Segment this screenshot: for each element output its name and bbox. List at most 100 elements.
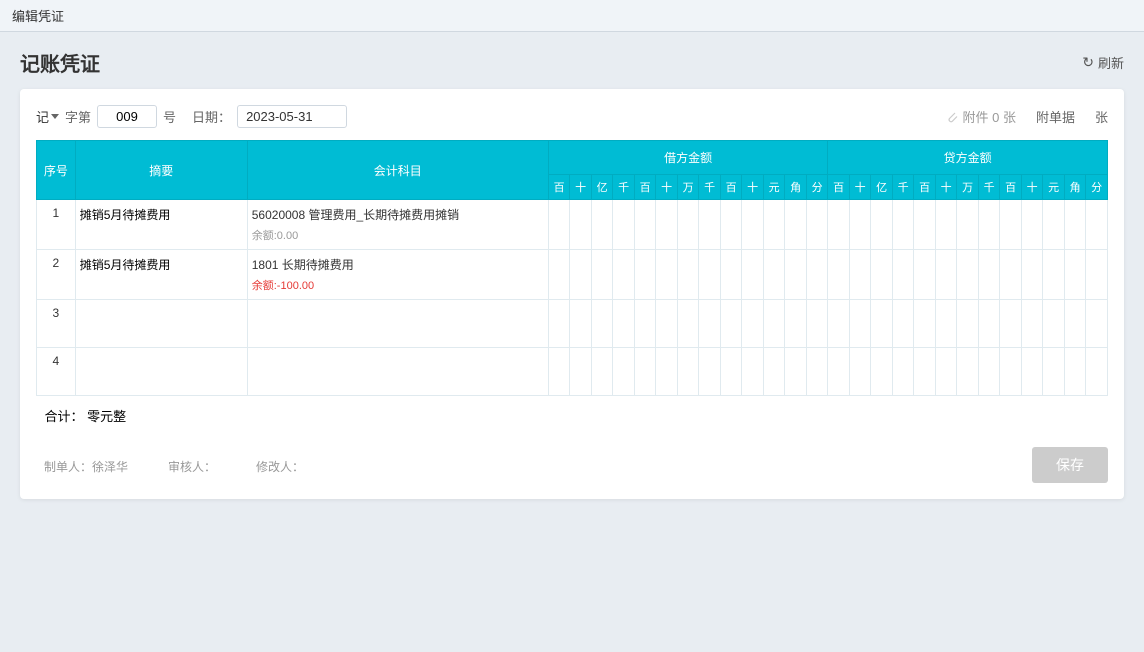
row-d2-0[interactable] [548, 250, 570, 300]
row-summary-1[interactable]: 摊销5月待摊费用 [75, 200, 247, 250]
row-c2-5[interactable] [935, 250, 957, 300]
row-d1-1[interactable] [570, 200, 592, 250]
row-d1-0[interactable] [548, 200, 570, 250]
row-d2-7[interactable] [699, 250, 721, 300]
refresh-button[interactable]: ↻ 刷新 [1082, 53, 1124, 72]
row-d2-9[interactable] [742, 250, 764, 300]
voucher-type-button[interactable]: 记 [36, 107, 59, 126]
row-c2-0[interactable] [828, 250, 850, 300]
maker-label: 制单人：徐泽华 [44, 458, 128, 475]
row-d1-9[interactable] [742, 200, 764, 250]
row-c2-3[interactable] [892, 250, 914, 300]
page-header: 记账凭证 ↻ 刷新 [20, 48, 1124, 77]
row-c1-1[interactable] [849, 200, 871, 250]
debit-digit-11: 角 [785, 175, 807, 200]
row-d2-1[interactable] [570, 250, 592, 300]
row-d2-8[interactable] [720, 250, 742, 300]
credit-digit-1: 十 [849, 175, 871, 200]
row-c2-7[interactable] [978, 250, 1000, 300]
row-d1-10[interactable] [763, 200, 785, 250]
row-d2-10[interactable] [763, 250, 785, 300]
debit-digit-12: 分 [806, 175, 828, 200]
row-c1-8[interactable] [1000, 200, 1022, 250]
voucher-number-input[interactable] [97, 105, 157, 128]
row-d2-6[interactable] [677, 250, 699, 300]
date-group: 日期： [192, 105, 347, 128]
credit-digit-3: 千 [892, 175, 914, 200]
row-c2-11[interactable] [1064, 250, 1086, 300]
row-d1-11[interactable] [785, 200, 807, 250]
row-d1-3[interactable] [613, 200, 635, 250]
debit-digit-10: 元 [763, 175, 785, 200]
row-account-3[interactable] [247, 300, 548, 348]
reviewer-label: 审核人： [168, 458, 216, 475]
row-account-2[interactable]: 1801 长期待摊费用 余额:-100.00 [247, 250, 548, 300]
row-d2-2[interactable] [591, 250, 613, 300]
row-summary-3[interactable] [75, 300, 247, 348]
row-seq-4: 4 [37, 348, 76, 396]
debit-digit-2: 亿 [591, 175, 613, 200]
row-c1-2[interactable] [871, 200, 893, 250]
form-row: 记 字第 号 日期： 附件 0 张 附单据 张 [36, 105, 1108, 128]
row-c1-4[interactable] [914, 200, 936, 250]
row-summary-2[interactable]: 摊销5月待摊费用 [75, 250, 247, 300]
row-c1-0[interactable] [828, 200, 850, 250]
row-account-1[interactable]: 56020008 管理费用_长期待摊费用摊销 余额:0.00 [247, 200, 548, 250]
row-d1-8[interactable] [720, 200, 742, 250]
row-d1-12[interactable] [806, 200, 828, 250]
row-d1-4[interactable] [634, 200, 656, 250]
title-bar-label: 编辑凭证 [12, 6, 64, 25]
row-d2-3[interactable] [613, 250, 635, 300]
row-d1-7[interactable] [699, 200, 721, 250]
row-c2-12[interactable] [1086, 250, 1108, 300]
date-input[interactable] [237, 105, 347, 128]
row-c1-6[interactable] [957, 200, 979, 250]
row-d2-11[interactable] [785, 250, 807, 300]
row-c1-5[interactable] [935, 200, 957, 250]
zhang-label: 张 [1095, 107, 1108, 126]
attach-count[interactable]: 附件 0 张 [945, 107, 1016, 126]
chevron-down-icon [51, 114, 59, 119]
credit-digit-0: 百 [828, 175, 850, 200]
row-c1-7[interactable] [978, 200, 1000, 250]
table-row: 4 [37, 348, 1108, 396]
row-account-4[interactable] [247, 348, 548, 396]
row-d1-5[interactable] [656, 200, 678, 250]
row-seq-3: 3 [37, 300, 76, 348]
total-row: 合计： 零元整 [37, 396, 1108, 436]
row-c1-9[interactable] [1021, 200, 1043, 250]
row-c2-10[interactable] [1043, 250, 1065, 300]
row-c2-6[interactable] [957, 250, 979, 300]
row-summary-4[interactable] [75, 348, 247, 396]
row-c2-4[interactable] [914, 250, 936, 300]
row-d2-4[interactable] [634, 250, 656, 300]
row-c1-11[interactable] [1064, 200, 1086, 250]
col-header-seq: 序号 [37, 141, 76, 200]
zi-label: 字第 [65, 107, 91, 126]
modifier-label: 修改人： [256, 458, 304, 475]
table-row: 3 [37, 300, 1108, 348]
row-c2-8[interactable] [1000, 250, 1022, 300]
voucher-type-label: 记 [36, 107, 49, 126]
debit-digit-9: 十 [742, 175, 764, 200]
row-c1-12[interactable] [1086, 200, 1108, 250]
row-c1-3[interactable] [892, 200, 914, 250]
row-d2-12[interactable] [806, 250, 828, 300]
date-label: 日期： [192, 107, 231, 126]
credit-digit-12: 分 [1086, 175, 1108, 200]
row-c1-10[interactable] [1043, 200, 1065, 250]
row-d1-2[interactable] [591, 200, 613, 250]
row-d1-6[interactable] [677, 200, 699, 250]
total-label-cell: 合计： 零元整 [37, 396, 549, 436]
row-c2-2[interactable] [871, 250, 893, 300]
voucher-table-wrapper: 序号 摘要 会计科目 借方金额 贷方金额 百 十 亿 千 百 十 万 [36, 140, 1108, 435]
row-seq-1: 1 [37, 200, 76, 250]
row-c2-9[interactable] [1021, 250, 1043, 300]
save-button[interactable]: 保存 [1032, 447, 1108, 483]
hao-label: 号 [163, 107, 176, 126]
row-c2-1[interactable] [849, 250, 871, 300]
col-header-debit: 借方金额 [548, 141, 828, 175]
credit-digit-8: 百 [1000, 175, 1022, 200]
row-d2-5[interactable] [656, 250, 678, 300]
attach-label: 附件 0 张 [963, 107, 1016, 126]
